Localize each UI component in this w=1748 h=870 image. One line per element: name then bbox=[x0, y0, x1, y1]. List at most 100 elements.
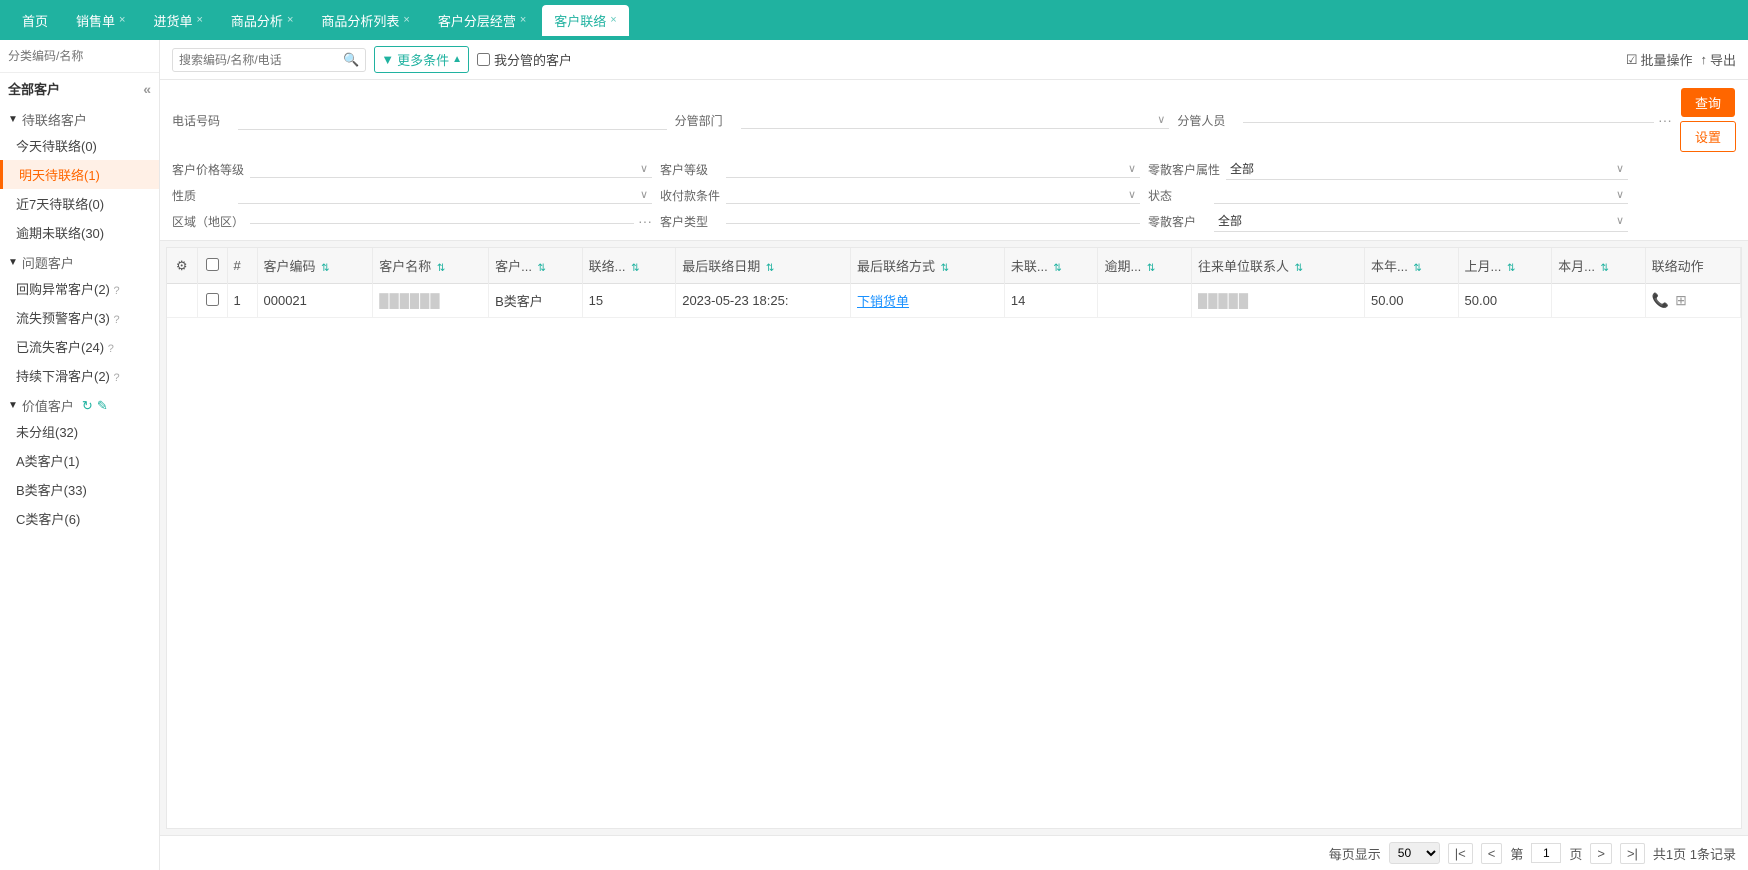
sidebar-item-churned[interactable]: 已流失客户(24) ? bbox=[0, 332, 159, 361]
sort-icon-type[interactable]: ⇅ bbox=[538, 263, 546, 274]
col-this-year: 本年... ⇅ bbox=[1364, 248, 1458, 284]
sort-icon-code[interactable]: ⇅ bbox=[321, 263, 329, 274]
filter-status-select[interactable]: ∨ bbox=[1214, 186, 1628, 204]
grid-icon[interactable]: ⊞ bbox=[1675, 292, 1687, 309]
filter-nature-select[interactable]: ∨ bbox=[238, 186, 652, 204]
filter-price-select[interactable]: ∨ bbox=[250, 160, 652, 178]
sort-icon-overdue[interactable]: ⇅ bbox=[1147, 263, 1155, 274]
filter-dept-select[interactable]: ∨ bbox=[741, 111, 1170, 129]
filter-status-label: 状态 bbox=[1148, 187, 1208, 204]
prev-page-button[interactable]: < bbox=[1481, 843, 1503, 864]
sidebar-search-input[interactable] bbox=[8, 49, 160, 63]
query-button[interactable]: 查询 bbox=[1681, 88, 1735, 117]
sidebar-item-overdue-contact[interactable]: 逾期未联络(30) bbox=[0, 218, 159, 247]
export-button[interactable]: ↑ 导出 bbox=[1700, 50, 1736, 69]
sidebar-item-declining[interactable]: 持续下滑客户(2) ? bbox=[0, 361, 159, 390]
select-all-checkbox[interactable] bbox=[206, 258, 219, 271]
nav-customer-tiering[interactable]: 客户分层经营 × bbox=[426, 5, 538, 36]
sort-icon-method[interactable]: ⇅ bbox=[941, 263, 949, 274]
filter-person-dots[interactable]: ··· bbox=[1658, 112, 1672, 128]
sidebar-item-repurchase-abnormal[interactable]: 回购异常客户(2) ? bbox=[0, 274, 159, 303]
my-customers-label: 我分管的客户 bbox=[494, 50, 572, 69]
cell-customer-type: B类客户 bbox=[489, 284, 583, 318]
toolbar-right: ☑ 批量操作 ↑ 导出 bbox=[1626, 50, 1736, 69]
group-problem-customers[interactable]: ▼ 问题客户 bbox=[0, 247, 159, 274]
close-customer-contact-icon[interactable]: × bbox=[610, 14, 616, 26]
sort-icon-no-contact[interactable]: ⇅ bbox=[1053, 263, 1061, 274]
nav-customer-contact[interactable]: 客户联络 × bbox=[542, 5, 628, 36]
col-settings[interactable]: ⚙ bbox=[167, 248, 197, 284]
filter-payment-select[interactable]: ∨ bbox=[726, 186, 1140, 204]
cell-settings bbox=[167, 284, 197, 318]
sort-icon-last-month[interactable]: ⇅ bbox=[1507, 263, 1515, 274]
sort-icon-this-month[interactable]: ⇅ bbox=[1601, 263, 1609, 274]
refresh-icon[interactable]: ↻ bbox=[82, 398, 93, 414]
col-checkbox bbox=[197, 248, 227, 284]
filter-person-select[interactable] bbox=[1243, 118, 1654, 123]
sort-icon-year[interactable]: ⇅ bbox=[1413, 263, 1421, 274]
last-page-button[interactable]: >| bbox=[1620, 843, 1645, 864]
filter-type-select[interactable] bbox=[726, 219, 1140, 224]
export-icon: ↑ bbox=[1700, 52, 1707, 67]
filter-retail-select[interactable]: 全部 ∨ bbox=[1226, 158, 1628, 180]
per-page-select[interactable]: 50 100 200 bbox=[1389, 842, 1440, 864]
batch-operation-button[interactable]: ☑ 批量操作 bbox=[1626, 50, 1693, 69]
sidebar-item-today-pending[interactable]: 今天待联络(0) bbox=[0, 131, 159, 160]
more-filters-button[interactable]: ▼ 更多条件 ▲ bbox=[374, 46, 469, 73]
filter-btn-label: 更多条件 bbox=[397, 50, 449, 69]
search-icon[interactable]: 🔍 bbox=[343, 52, 359, 68]
contact-method-link[interactable]: 下销货单 bbox=[857, 294, 909, 309]
close-product-analysis-list-icon[interactable]: × bbox=[403, 14, 409, 26]
first-page-button[interactable]: |< bbox=[1448, 843, 1473, 864]
filter-retail-customer-select[interactable]: 全部 ∨ bbox=[1214, 210, 1628, 232]
sidebar-item-7days-pending[interactable]: 近7天待联络(0) bbox=[0, 189, 159, 218]
close-purchase-order-icon[interactable]: × bbox=[196, 14, 202, 26]
my-customers-checkbox[interactable] bbox=[477, 53, 490, 66]
filter-phone-input[interactable] bbox=[238, 111, 667, 130]
close-product-analysis-icon[interactable]: × bbox=[287, 14, 293, 26]
filter-region-dots[interactable]: ··· bbox=[638, 213, 652, 229]
collapse-icon[interactable]: « bbox=[143, 81, 151, 97]
chevron-down-icon-3: ∨ bbox=[1128, 162, 1136, 175]
sidebar-item-ungrouped[interactable]: 未分组(32) bbox=[0, 417, 159, 446]
group-value-customers[interactable]: ▼ 价值客户 ↻ ✎ bbox=[0, 390, 159, 417]
sort-icon-contacts[interactable]: ⇅ bbox=[631, 263, 639, 274]
sidebar-item-class-b[interactable]: B类客户(33) bbox=[0, 475, 159, 504]
nav-sales-order[interactable]: 销售单 × bbox=[64, 5, 137, 36]
sidebar-item-churn-warning[interactable]: 流失预警客户(3) ? bbox=[0, 303, 159, 332]
sort-icon-name[interactable]: ⇅ bbox=[437, 263, 445, 274]
my-customers-checkbox-label[interactable]: 我分管的客户 bbox=[477, 50, 572, 69]
filter-region-select[interactable] bbox=[250, 219, 634, 224]
set-button[interactable]: 设置 bbox=[1680, 121, 1736, 152]
row-checkbox[interactable] bbox=[206, 293, 219, 306]
nav-product-analysis[interactable]: 商品分析 × bbox=[219, 5, 305, 36]
cell-last-contact-method: 下销货单 bbox=[851, 284, 1005, 318]
sidebar-item-class-c[interactable]: C类客户(6) bbox=[0, 504, 159, 533]
sort-icon-date[interactable]: ⇅ bbox=[766, 263, 774, 274]
page-number-input[interactable] bbox=[1531, 843, 1561, 863]
close-customer-tiering-icon[interactable]: × bbox=[520, 14, 526, 26]
nav-product-analysis-list[interactable]: 商品分析列表 × bbox=[309, 5, 421, 36]
filter-dept-label: 分管部门 bbox=[675, 112, 735, 129]
sidebar-item-tomorrow-pending[interactable]: 明天待联络(1) bbox=[0, 160, 159, 189]
nav-home[interactable]: 首页 bbox=[10, 5, 60, 36]
edit-icon[interactable]: ✎ bbox=[97, 398, 108, 414]
table-footer: 每页显示 50 100 200 |< < 第 页 > >| 共1页 1条记录 bbox=[160, 835, 1748, 870]
col-this-month: 本月... ⇅ bbox=[1552, 248, 1646, 284]
sort-icon-unit[interactable]: ⇅ bbox=[1295, 263, 1303, 274]
filter-level-select[interactable]: ∨ bbox=[726, 160, 1140, 178]
filter-person: 分管人员 ··· bbox=[1177, 112, 1672, 129]
sidebar-item-class-a[interactable]: A类客户(1) bbox=[0, 446, 159, 475]
phone-icon[interactable]: 📞 bbox=[1652, 292, 1669, 309]
col-customer-name: 客户名称 ⇅ bbox=[373, 248, 489, 284]
cell-this-month bbox=[1552, 284, 1646, 318]
main-search-input[interactable] bbox=[179, 53, 339, 67]
triangle-icon: ▼ bbox=[8, 114, 18, 125]
all-customers-header[interactable]: 全部客户 « bbox=[0, 73, 159, 104]
group-pending-contact[interactable]: ▼ 待联络客户 bbox=[0, 104, 159, 131]
nav-purchase-order[interactable]: 进货单 × bbox=[141, 5, 214, 36]
batch-btn-label: 批量操作 bbox=[1640, 50, 1692, 69]
next-page-button[interactable]: > bbox=[1590, 843, 1612, 864]
filter-level-label: 客户等级 bbox=[660, 161, 720, 178]
close-sales-order-icon[interactable]: × bbox=[119, 14, 125, 26]
